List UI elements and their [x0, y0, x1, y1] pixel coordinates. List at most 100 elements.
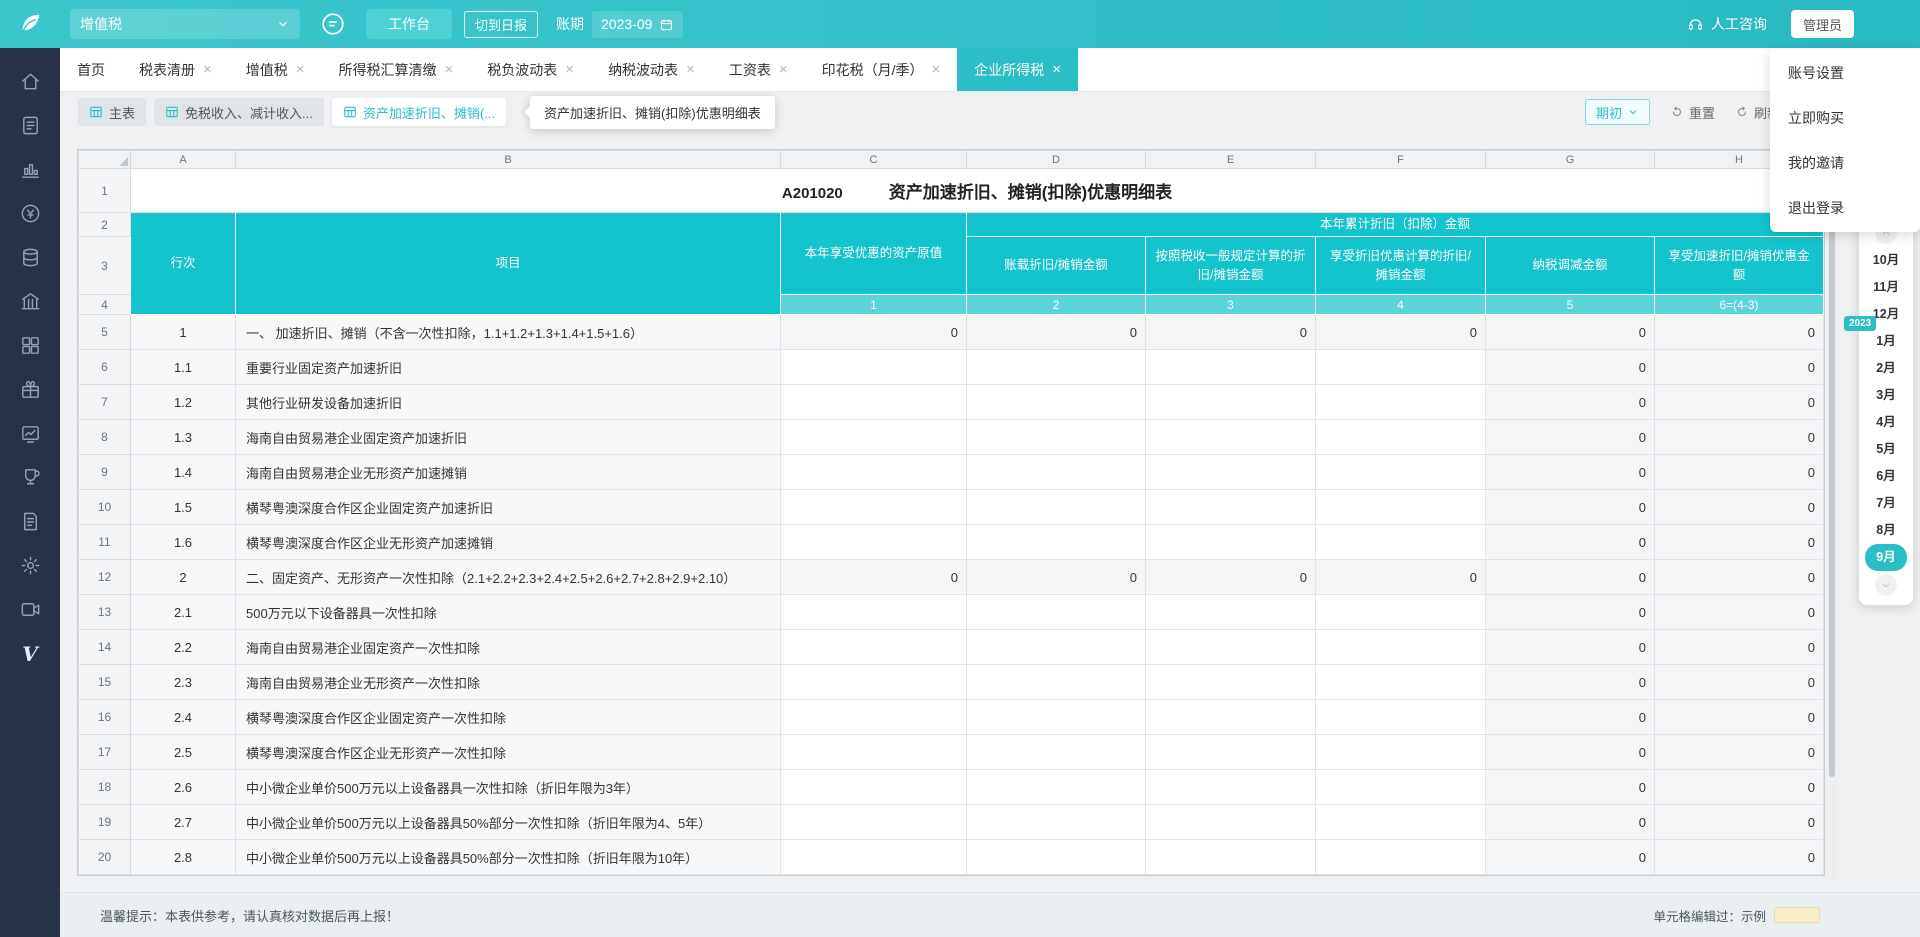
admin-button[interactable]: 管理员: [1790, 10, 1854, 38]
column-header[interactable]: G: [1485, 150, 1655, 169]
form-icon[interactable]: [19, 114, 42, 137]
cell-value[interactable]: [1145, 349, 1316, 386]
cell-value[interactable]: [780, 664, 967, 701]
cell-value[interactable]: [966, 594, 1146, 631]
column-header[interactable]: A: [130, 150, 236, 169]
tab-item[interactable]: 税负波动表 ×: [470, 48, 591, 91]
menu-item[interactable]: 账号设置: [1770, 50, 1920, 95]
month-item[interactable]: 3月: [1865, 382, 1907, 409]
cell-value[interactable]: [1315, 699, 1486, 736]
tab-item[interactable]: 所得税汇算清缴 ×: [322, 48, 471, 91]
close-icon[interactable]: ×: [296, 62, 305, 77]
cell-value[interactable]: [1315, 384, 1486, 421]
cell-value[interactable]: [966, 664, 1146, 701]
column-header[interactable]: F: [1315, 150, 1486, 169]
finance-icon[interactable]: [19, 202, 42, 225]
tab-item[interactable]: 首页: [60, 48, 122, 91]
switch-daily-button[interactable]: 切到日报: [464, 10, 539, 38]
month-item[interactable]: 10月: [1865, 247, 1907, 274]
cell-value[interactable]: [1315, 419, 1486, 456]
gift-icon[interactable]: [19, 378, 42, 401]
workbench-button[interactable]: 工作台: [366, 9, 452, 39]
month-item[interactable]: 5月: [1865, 436, 1907, 463]
notice-icon[interactable]: [320, 11, 346, 37]
menu-item[interactable]: 退出登录: [1770, 185, 1920, 230]
month-item[interactable]: 2月: [1865, 355, 1907, 382]
cell-value[interactable]: [966, 349, 1146, 386]
close-icon[interactable]: ×: [1052, 62, 1061, 77]
cell-value[interactable]: [1145, 699, 1316, 736]
dashboard-icon[interactable]: [19, 422, 42, 445]
cell-value[interactable]: [780, 454, 967, 491]
menu-item[interactable]: 我的邀请: [1770, 140, 1920, 185]
column-header[interactable]: D: [966, 150, 1146, 169]
modules-icon[interactable]: [19, 334, 42, 357]
close-icon[interactable]: ×: [203, 62, 212, 77]
cell-value[interactable]: [966, 769, 1146, 806]
sheet-tab-exempt-income[interactable]: 免税收入、减计收入...: [154, 98, 324, 126]
home-icon[interactable]: [19, 70, 42, 93]
cell-value[interactable]: [1315, 454, 1486, 491]
cell-value[interactable]: [966, 419, 1146, 456]
cell-value[interactable]: [1315, 664, 1486, 701]
scrollbar-thumb[interactable]: [1829, 172, 1835, 777]
cell-value[interactable]: [1315, 489, 1486, 526]
cell-value[interactable]: [780, 734, 967, 771]
cell-value[interactable]: [780, 349, 967, 386]
cell-value[interactable]: [1145, 454, 1316, 491]
cell-value[interactable]: [780, 384, 967, 421]
cell-value[interactable]: [780, 594, 967, 631]
tab-item[interactable]: 企业所得税 ×: [957, 48, 1079, 91]
cell-value[interactable]: [1315, 839, 1486, 876]
cell-value[interactable]: [1145, 489, 1316, 526]
sheet-tab-accelerated-depreciation[interactable]: 资产加速折旧、摊销(...: [331, 98, 507, 126]
cell-value[interactable]: [1315, 349, 1486, 386]
settings-icon[interactable]: [19, 554, 42, 577]
cell-value[interactable]: [1315, 524, 1486, 561]
logo-v-icon[interactable]: V: [22, 642, 38, 666]
tab-item[interactable]: 税表清册 ×: [122, 48, 229, 91]
cell-value[interactable]: [780, 489, 967, 526]
cell-value[interactable]: [1145, 594, 1316, 631]
tab-item[interactable]: 增值税 ×: [229, 48, 322, 91]
cell-value[interactable]: [1315, 734, 1486, 771]
chevron-down-icon[interactable]: [1875, 574, 1897, 596]
cell-value[interactable]: [1145, 734, 1316, 771]
cell-value[interactable]: [780, 524, 967, 561]
close-icon[interactable]: ×: [931, 62, 940, 77]
cell-value[interactable]: [1145, 804, 1316, 841]
month-item[interactable]: 9月: [1865, 544, 1907, 571]
database-icon[interactable]: [19, 246, 42, 269]
close-icon[interactable]: ×: [779, 62, 788, 77]
column-header[interactable]: E: [1145, 150, 1316, 169]
cell-value[interactable]: [1315, 769, 1486, 806]
column-header[interactable]: B: [235, 150, 781, 169]
cell-value[interactable]: [1145, 769, 1316, 806]
reset-button[interactable]: 重置: [1670, 103, 1715, 122]
menu-item[interactable]: 立即购买: [1770, 95, 1920, 140]
month-item[interactable]: 6月: [1865, 463, 1907, 490]
month-item[interactable]: 8月: [1865, 517, 1907, 544]
close-icon[interactable]: ×: [445, 62, 454, 77]
cell-value[interactable]: [966, 699, 1146, 736]
cell-value[interactable]: [966, 454, 1146, 491]
close-icon[interactable]: ×: [565, 62, 574, 77]
month-item[interactable]: 4月: [1865, 409, 1907, 436]
chart-icon[interactable]: [19, 158, 42, 181]
app-logo-icon[interactable]: [0, 0, 60, 48]
support-link[interactable]: 人工咨询: [1687, 14, 1767, 34]
tax-type-dropdown[interactable]: 增值税: [70, 9, 300, 39]
cell-value[interactable]: [780, 804, 967, 841]
cell-value[interactable]: [780, 769, 967, 806]
video-icon[interactable]: [19, 598, 42, 621]
cell-value[interactable]: [966, 629, 1146, 666]
vertical-scrollbar[interactable]: [1827, 150, 1837, 886]
close-icon[interactable]: ×: [686, 62, 695, 77]
cell-value[interactable]: [1145, 419, 1316, 456]
bank-icon[interactable]: [19, 290, 42, 313]
month-item[interactable]: 1月: [1865, 328, 1907, 355]
select-all-corner[interactable]: [78, 150, 131, 169]
tab-item[interactable]: 纳税波动表 ×: [591, 48, 712, 91]
cell-value[interactable]: [966, 839, 1146, 876]
cell-value[interactable]: [780, 629, 967, 666]
